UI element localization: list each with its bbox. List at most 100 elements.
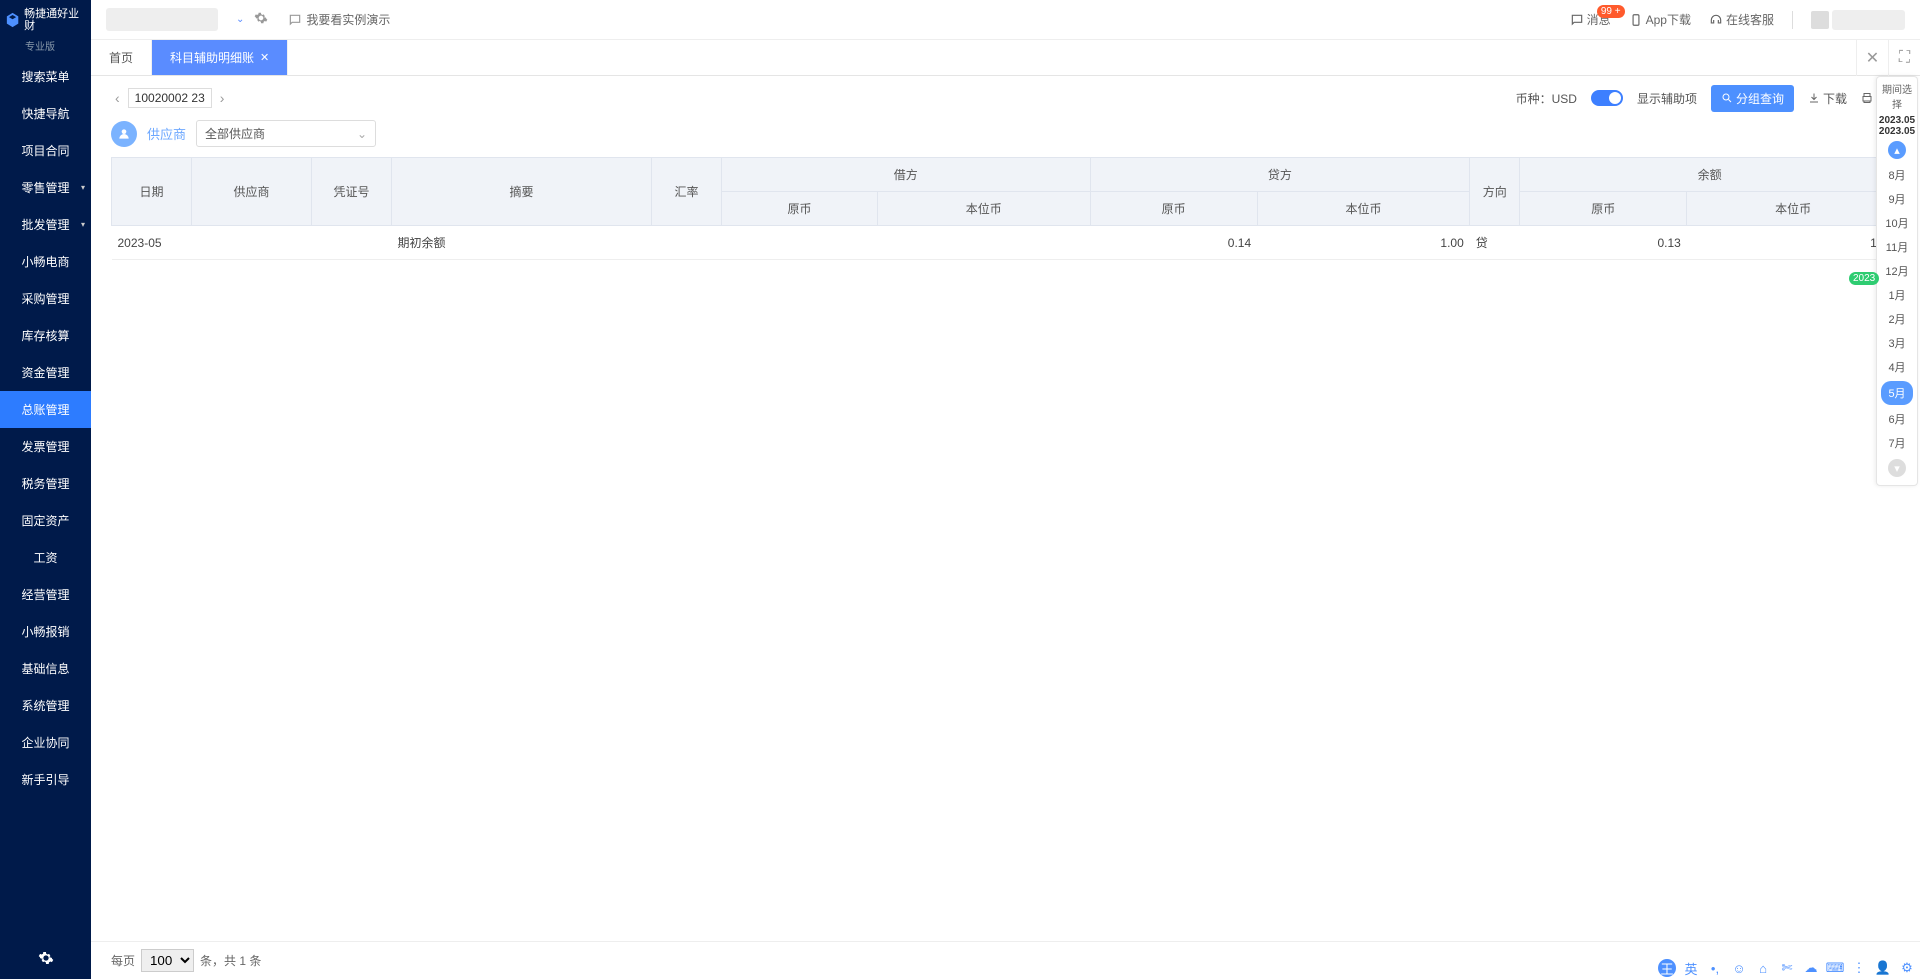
- user-menu[interactable]: [1811, 10, 1905, 30]
- chevron-down-icon: ▾: [81, 183, 85, 192]
- tab-subject-aux-detail[interactable]: 科目辅助明细账 ✕: [152, 40, 288, 75]
- tab-bar: 首页 科目辅助明细账 ✕ ✕ ⛶: [91, 40, 1920, 76]
- ime-lang[interactable]: 英: [1682, 959, 1700, 977]
- next-account-button[interactable]: ›: [216, 90, 229, 106]
- ime-keyboard-icon[interactable]: ⌨: [1826, 959, 1844, 977]
- headset-icon: [1709, 13, 1723, 27]
- download-button[interactable]: 下载: [1808, 90, 1847, 107]
- cell-credit-original: 0.14: [1090, 226, 1257, 260]
- month-1[interactable]: 1月: [1877, 283, 1917, 307]
- close-all-icon[interactable]: ✕: [1856, 40, 1888, 76]
- ime-mic-icon[interactable]: ⌂: [1754, 959, 1772, 977]
- nav-business[interactable]: 经营管理: [0, 576, 91, 613]
- period-to[interactable]: 2023.05: [1877, 126, 1917, 137]
- nav-collab[interactable]: 企业协同: [0, 724, 91, 761]
- month-4[interactable]: 4月: [1877, 355, 1917, 379]
- cell-direction: 贷: [1470, 226, 1520, 260]
- ime-punct-icon[interactable]: •,: [1706, 959, 1724, 977]
- th-summary: 摘要: [392, 158, 652, 226]
- online-service-button[interactable]: 在线客服: [1709, 11, 1774, 28]
- th-debit-original: 原币: [722, 192, 878, 226]
- org-name-masked: [106, 8, 218, 31]
- nav-inventory[interactable]: 库存核算: [0, 317, 91, 354]
- fullscreen-icon[interactable]: ⛶: [1888, 40, 1920, 76]
- nav-quick[interactable]: 快捷导航: [0, 95, 91, 132]
- month-9[interactable]: 9月: [1877, 187, 1917, 211]
- supplier-icon: [111, 121, 137, 147]
- month-12[interactable]: 12月: [1877, 259, 1917, 283]
- ime-wang-icon[interactable]: 王: [1658, 959, 1676, 977]
- month-11[interactable]: 11月: [1877, 235, 1917, 259]
- month-3[interactable]: 3月: [1877, 331, 1917, 355]
- page-size-select[interactable]: 100: [141, 949, 194, 972]
- chat-icon: [288, 13, 302, 27]
- group-query-button[interactable]: 分组查询: [1711, 85, 1794, 112]
- table-row[interactable]: 2023-05 期初余额 0.14 1.00 贷 0.13 1.00: [112, 226, 1900, 260]
- th-credit: 贷方: [1090, 158, 1470, 192]
- org-selector[interactable]: ⌄: [106, 8, 254, 31]
- period-panel: 期间选择 2023.05 2023.05 ▴ 8月 9月 10月 11月 12月…: [1876, 76, 1918, 486]
- period-from[interactable]: 2023.05: [1877, 115, 1917, 126]
- chevron-down-icon: ⌄: [357, 127, 367, 141]
- cell-credit-base: 1.00: [1257, 226, 1470, 260]
- nav-ecommerce[interactable]: 小畅电商: [0, 243, 91, 280]
- prev-account-button[interactable]: ‹: [111, 90, 124, 106]
- demo-link[interactable]: 我要看实例演示: [288, 11, 390, 28]
- ime-more-icon[interactable]: ⋮: [1850, 959, 1868, 977]
- ime-cloud-icon[interactable]: ☁: [1802, 959, 1820, 977]
- nav-wholesale[interactable]: 批发管理▾: [0, 206, 91, 243]
- scroll-down-icon[interactable]: ▾: [1888, 459, 1906, 477]
- nav-basic-info[interactable]: 基础信息: [0, 650, 91, 687]
- settings-icon[interactable]: [38, 950, 54, 969]
- user-name-masked: [1832, 10, 1905, 30]
- nav-onboarding[interactable]: 新手引导: [0, 761, 91, 798]
- th-balance: 余额: [1520, 158, 1900, 192]
- nav-fixed-assets[interactable]: 固定资产: [0, 502, 91, 539]
- cell-voucher: [312, 226, 392, 260]
- month-7[interactable]: 7月: [1877, 431, 1917, 455]
- nav-system[interactable]: 系统管理: [0, 687, 91, 724]
- ime-scissors-icon[interactable]: ✄: [1778, 959, 1796, 977]
- show-aux-toggle[interactable]: [1591, 90, 1623, 106]
- month-2[interactable]: 2月: [1877, 307, 1917, 331]
- nav-general-ledger[interactable]: 总账管理: [0, 391, 91, 428]
- nav-invoice[interactable]: 发票管理: [0, 428, 91, 465]
- account-code[interactable]: 10020002 23: [128, 88, 212, 108]
- ime-smile-icon[interactable]: ☺: [1730, 959, 1748, 977]
- nav-reimburse[interactable]: 小畅报销: [0, 613, 91, 650]
- ime-settings-icon[interactable]: ⚙: [1898, 959, 1916, 977]
- ime-person-icon[interactable]: 👤: [1874, 959, 1892, 977]
- scroll-up-icon[interactable]: ▴: [1888, 141, 1906, 159]
- messages-button[interactable]: 消息 99 +: [1570, 11, 1611, 28]
- close-icon[interactable]: ✕: [260, 51, 269, 64]
- nav-retail[interactable]: 零售管理▾: [0, 169, 91, 206]
- show-aux-label: 显示辅助项: [1637, 90, 1697, 107]
- print-icon: [1861, 92, 1873, 104]
- sidebar: 畅捷通好业财 专业版 搜索菜单 快捷导航 项目合同 零售管理▾ 批发管理▾ 小畅…: [0, 0, 91, 979]
- month-10[interactable]: 10月: [1877, 211, 1917, 235]
- cell-date: 2023-05: [112, 226, 192, 260]
- nav-tax[interactable]: 税务管理: [0, 465, 91, 502]
- app-download-button[interactable]: App下载: [1629, 11, 1691, 28]
- nav-funds[interactable]: 资金管理: [0, 354, 91, 391]
- cell-balance-base: 1.00: [1687, 226, 1900, 260]
- th-balance-original: 原币: [1520, 192, 1687, 226]
- year-tag: 2023: [1849, 272, 1879, 285]
- nav-project-contract[interactable]: 项目合同: [0, 132, 91, 169]
- tab-home[interactable]: 首页: [91, 40, 152, 75]
- top-header: ⌄ 我要看实例演示 消息 99 + App下载 在线客服: [91, 0, 1920, 40]
- month-5[interactable]: 5月: [1881, 381, 1913, 405]
- nav-purchase[interactable]: 采购管理: [0, 280, 91, 317]
- th-credit-base: 本位币: [1257, 192, 1470, 226]
- supplier-select[interactable]: 全部供应商 ⌄: [196, 120, 376, 147]
- cell-summary: 期初余额: [392, 226, 652, 260]
- phone-icon: [1629, 13, 1643, 27]
- th-supplier: 供应商: [192, 158, 312, 226]
- month-8[interactable]: 8月: [1877, 163, 1917, 187]
- footer-suffix2: 共 1 条: [224, 952, 261, 969]
- month-6[interactable]: 6月: [1877, 407, 1917, 431]
- nav-search-menu[interactable]: 搜索菜单: [0, 58, 91, 95]
- gear-icon[interactable]: [254, 11, 268, 28]
- toolbar: ‹ 10020002 23 › 币种：USD 显示辅助项 分组查询 下载 打印: [91, 76, 1920, 120]
- nav-salary[interactable]: 工资: [0, 539, 91, 576]
